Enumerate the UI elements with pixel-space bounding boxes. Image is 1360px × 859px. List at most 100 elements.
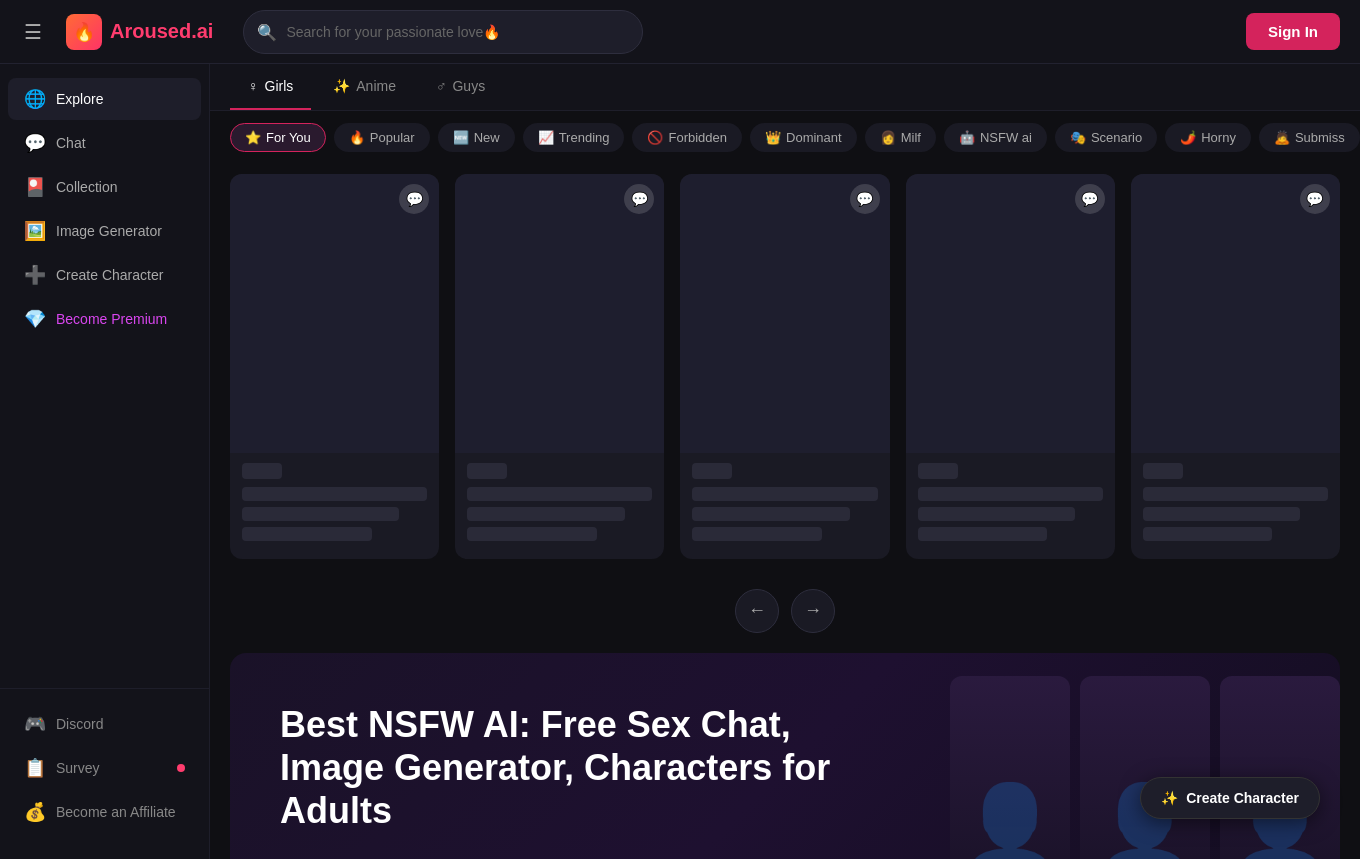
card-chat-button[interactable]: 💬 [399, 184, 429, 214]
filter-tag-label: For You [266, 130, 311, 145]
card-meta [918, 527, 1048, 541]
card[interactable]: 💬 [1131, 174, 1340, 559]
tab-guys[interactable]: ♂ Guys [418, 64, 503, 110]
card-meta [1143, 527, 1273, 541]
for-you-icon: ⭐ [245, 130, 261, 145]
card-chat-button[interactable]: 💬 [1300, 184, 1330, 214]
filter-tag-popular[interactable]: 🔥 Popular [334, 123, 430, 152]
filter-tag-milf[interactable]: 👩 Milf [865, 123, 936, 152]
tab-anime[interactable]: ✨ Anime [315, 64, 414, 110]
horny-icon: 🌶️ [1180, 130, 1196, 145]
search-icon: 🔍 [257, 22, 277, 41]
card-name [467, 487, 652, 501]
sidebar-item-label: Create Character [56, 267, 163, 283]
sidebar-item-label: Explore [56, 91, 103, 107]
survey-icon: 📋 [24, 757, 46, 779]
filter-tag-submissive[interactable]: 🙇 Submiss [1259, 123, 1360, 152]
sidebar-item-discord[interactable]: 🎮 Discord [8, 703, 201, 745]
sidebar-item-survey[interactable]: 📋 Survey [8, 747, 201, 789]
card-content [906, 453, 1115, 559]
card-content [1131, 453, 1340, 559]
card-image: 💬 [1131, 174, 1340, 453]
filter-tag-label: Submiss [1295, 130, 1345, 145]
explore-icon: 🌐 [24, 88, 46, 110]
popular-icon: 🔥 [349, 130, 365, 145]
card[interactable]: 💬 [455, 174, 664, 559]
nsfw-ai-icon: 🤖 [959, 130, 975, 145]
card[interactable]: 💬 [680, 174, 889, 559]
bottom-banner: Best NSFW AI: Free Sex Chat, Image Gener… [230, 653, 1340, 859]
card-meta [467, 527, 597, 541]
card-badge [1143, 463, 1183, 479]
card[interactable]: 💬 [230, 174, 439, 559]
sidebar: 🌐 Explore💬 Chat🎴 Collection🖼️ Image Gene… [0, 64, 210, 859]
sidebar-item-become-affiliate[interactable]: 💰 Become an Affiliate [8, 791, 201, 833]
guys-icon: ♂ [436, 78, 447, 94]
sidebar-item-image-generator[interactable]: 🖼️ Image Generator [8, 210, 201, 252]
sidebar-item-label: Discord [56, 716, 103, 732]
notification-dot [177, 764, 185, 772]
filter-tags: ⭐ For You 🔥 Popular 🆕 New 📈 Trending🚫 Forbi… [210, 111, 1360, 164]
banner-char-1: 👤 [950, 676, 1070, 859]
filter-tag-label: Dominant [786, 130, 842, 145]
become-premium-icon: 💎 [24, 308, 46, 330]
card-image: 💬 [455, 174, 664, 453]
card-name [1143, 487, 1328, 501]
sign-in-button[interactable]: Sign In [1246, 13, 1340, 50]
nav-arrows: ← → [210, 579, 1360, 653]
dominant-icon: 👑 [765, 130, 781, 145]
card-chat-button[interactable]: 💬 [850, 184, 880, 214]
filter-tag-horny[interactable]: 🌶️ Horny [1165, 123, 1251, 152]
filter-tag-label: Trending [559, 130, 610, 145]
card-desc [692, 507, 849, 521]
card-meta [242, 527, 372, 541]
card-chat-button[interactable]: 💬 [1075, 184, 1105, 214]
banner-char-2: 👤 [1080, 676, 1210, 859]
prev-button[interactable]: ← [735, 589, 779, 633]
cards-section: 💬 💬 💬 [210, 164, 1360, 579]
card[interactable]: 💬 [906, 174, 1115, 559]
filter-tag-label: Forbidden [668, 130, 727, 145]
create-character-icon: ➕ [24, 264, 46, 286]
next-button[interactable]: → [791, 589, 835, 633]
filter-tag-new[interactable]: 🆕 New [438, 123, 515, 152]
filter-tag-label: Scenario [1091, 130, 1142, 145]
logo[interactable]: 🔥 Aroused.ai [66, 14, 213, 50]
scenario-icon: 🎭 [1070, 130, 1086, 145]
become-affiliate-icon: 💰 [24, 801, 46, 823]
card-image: 💬 [906, 174, 1115, 453]
card-meta [692, 527, 822, 541]
card-content [230, 453, 439, 559]
filter-tag-scenario[interactable]: 🎭 Scenario [1055, 123, 1157, 152]
tab-girls[interactable]: ♀ Girls [230, 64, 311, 110]
sidebar-item-label: Image Generator [56, 223, 162, 239]
card-name [692, 487, 877, 501]
filter-tag-trending[interactable]: 📈 Trending [523, 123, 625, 152]
submissive-icon: 🙇 [1274, 130, 1290, 145]
sidebar-item-label: Chat [56, 135, 86, 151]
sidebar-item-chat[interactable]: 💬 Chat [8, 122, 201, 164]
filter-tag-for-you[interactable]: ⭐ For You [230, 123, 326, 152]
card-name [918, 487, 1103, 501]
card-badge [242, 463, 282, 479]
floating-create-character-button[interactable]: ✨ Create Character [1140, 777, 1320, 819]
filter-tag-dominant[interactable]: 👑 Dominant [750, 123, 857, 152]
filter-tag-label: Popular [370, 130, 415, 145]
cards-grid: 💬 💬 💬 [230, 174, 1340, 559]
milf-icon: 👩 [880, 130, 896, 145]
card-content [680, 453, 889, 559]
sidebar-bottom: 🎮 Discord 📋 Survey 💰 Become an Affiliate [0, 688, 209, 847]
logo-text: Aroused.ai [110, 20, 213, 43]
search-input[interactable] [243, 10, 643, 54]
card-desc [1143, 507, 1300, 521]
menu-button[interactable]: ☰ [20, 16, 46, 48]
sidebar-item-create-character[interactable]: ➕ Create Character [8, 254, 201, 296]
sidebar-item-become-premium[interactable]: 💎 Become Premium [8, 298, 201, 340]
banner-title: Best NSFW AI: Free Sex Chat, Image Gener… [280, 703, 840, 833]
sidebar-item-explore[interactable]: 🌐 Explore [8, 78, 201, 120]
card-desc [467, 507, 624, 521]
filter-tag-forbidden[interactable]: 🚫 Forbidden [632, 123, 742, 152]
sidebar-item-collection[interactable]: 🎴 Collection [8, 166, 201, 208]
anime-icon: ✨ [333, 78, 350, 94]
filter-tag-nsfw-ai[interactable]: 🤖 NSFW ai [944, 123, 1047, 152]
